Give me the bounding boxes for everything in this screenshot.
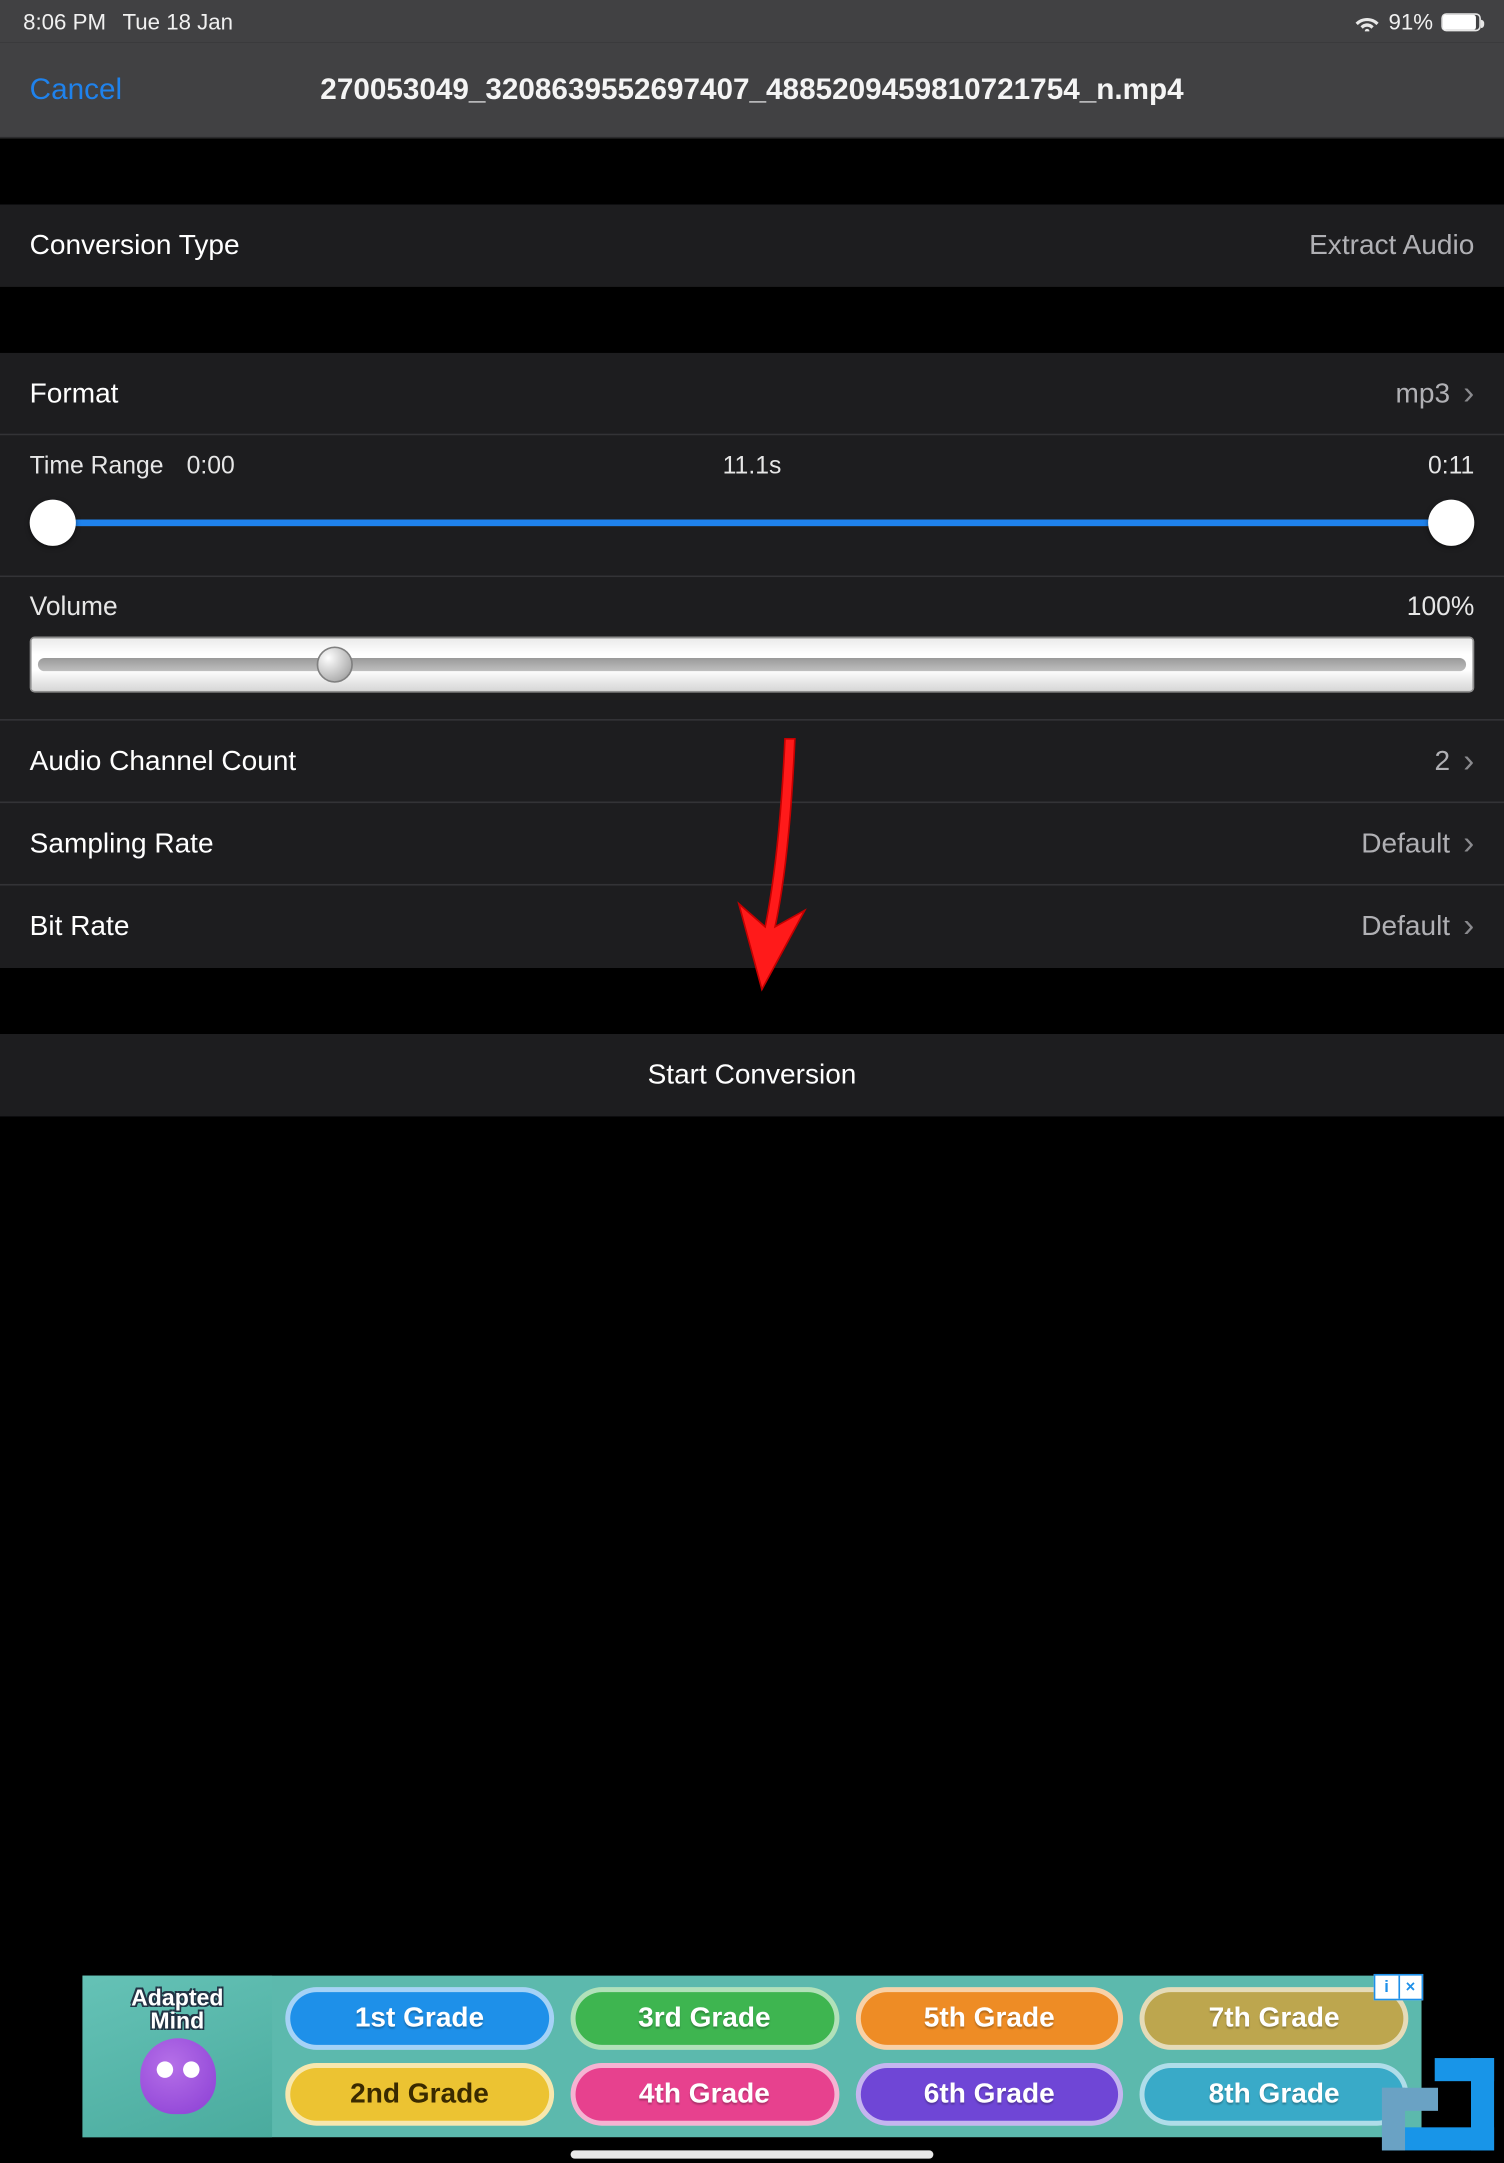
chevron-right-icon: › [1463,745,1474,778]
chevron-right-icon: › [1463,827,1474,860]
watermark-logo-icon [1379,2055,1498,2154]
row-sampling-rate[interactable]: Sampling Rate Default › [0,803,1504,885]
battery-icon [1441,12,1481,30]
ad-mascot-icon [139,2038,215,2114]
home-indicator[interactable] [571,2150,934,2158]
nav-header: Cancel 270053049_3208639552697407_488520… [0,43,1504,139]
channel-value: 2 [1434,745,1450,778]
volume-value: 100% [1407,594,1474,624]
chevron-right-icon: › [1463,377,1474,410]
ad-close-icon[interactable]: × [1399,1976,1421,1999]
row-volume[interactable]: Volume 100% [0,577,1504,720]
time-range-thumb-start[interactable] [30,500,76,546]
ad-brand[interactable]: Adapted Mind [82,1976,272,2138]
ad-pill-7th-grade[interactable]: 7th Grade [1140,1987,1408,2050]
status-time: 8:06 PM [23,9,106,34]
row-channel-count[interactable]: Audio Channel Count 2 › [0,721,1504,803]
wifi-icon [1354,12,1380,32]
sampling-value: Default [1361,827,1450,860]
start-conversion-label: Start Conversion [648,1059,857,1092]
row-bit-rate[interactable]: Bit Rate Default › [0,886,1504,968]
ad-brand-line2: Mind [150,2007,204,2033]
bitrate-label: Bit Rate [30,910,130,943]
sampling-label: Sampling Rate [30,827,214,860]
page-title: 270053049_3208639552697407_4885209459810… [0,73,1504,108]
row-format[interactable]: Format mp3 › [0,353,1504,435]
advertisement-banner[interactable]: i × Adapted Mind 1st Grade 3rd Grade 5th… [82,1976,1421,2138]
row-conversion-type[interactable]: Conversion Type Extract Audio [0,204,1504,286]
ad-pill-5th-grade[interactable]: 5th Grade [855,1987,1123,2050]
channel-label: Audio Channel Count [30,745,297,778]
ad-pill-8th-grade[interactable]: 8th Grade [1140,2064,1408,2127]
volume-slider[interactable] [30,637,1475,693]
ad-pill-2nd-grade[interactable]: 2nd Grade [285,2064,553,2127]
volume-label: Volume [30,594,118,624]
volume-slider-knob[interactable] [316,646,352,682]
format-value: mp3 [1396,377,1451,410]
ad-pill-4th-grade[interactable]: 4th Grade [570,2064,838,2127]
ad-pill-6th-grade[interactable]: 6th Grade [855,2064,1123,2127]
time-range-thumb-end[interactable] [1428,500,1474,546]
status-bar: 8:06 PM Tue 18 Jan 91% [0,0,1504,43]
ad-info-close[interactable]: i × [1374,1974,1423,2000]
row-time-range[interactable]: Time Range 0:00 11.1s 0:11 [0,435,1504,577]
bitrate-value: Default [1361,910,1450,943]
cancel-button[interactable]: Cancel [30,73,122,108]
format-label: Format [30,377,119,410]
ad-pill-1st-grade[interactable]: 1st Grade [285,1987,553,2050]
start-conversion-button[interactable]: Start Conversion [0,1034,1504,1116]
ad-info-icon[interactable]: i [1375,1976,1399,1999]
conversion-type-value: Extract Audio [1309,229,1474,262]
chevron-right-icon: › [1463,910,1474,943]
conversion-type-label: Conversion Type [30,229,240,262]
battery-percent: 91% [1388,9,1433,34]
ad-pill-3rd-grade[interactable]: 3rd Grade [570,1987,838,2050]
time-range-slider[interactable] [30,500,1475,546]
time-range-duration: 11.1s [30,452,1475,480]
status-date: Tue 18 Jan [122,9,233,34]
